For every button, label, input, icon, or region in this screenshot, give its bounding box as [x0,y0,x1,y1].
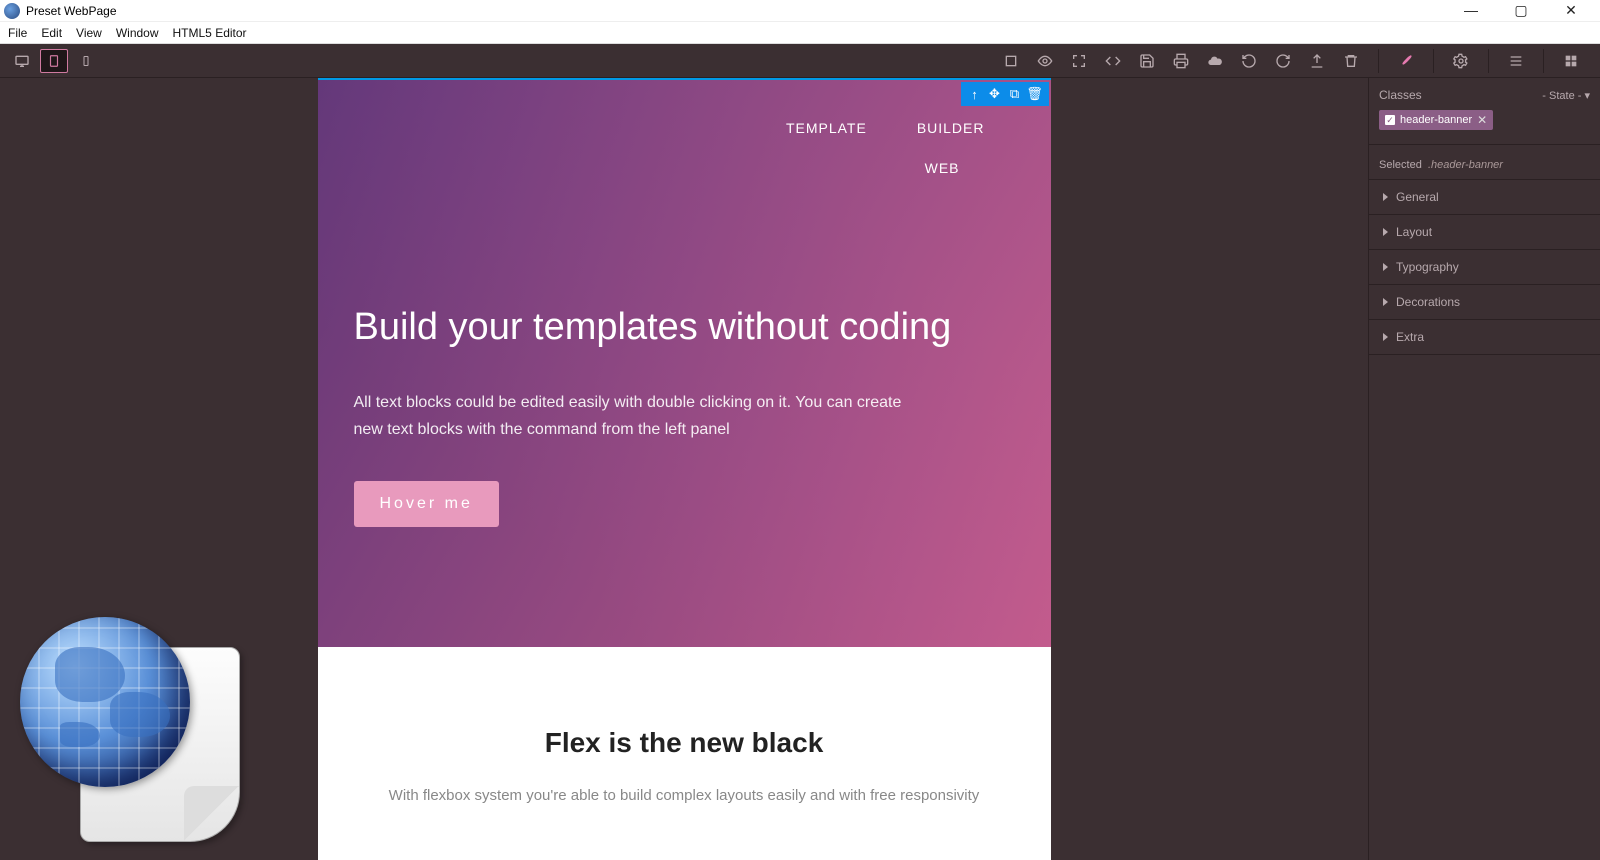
header-banner-section[interactable]: ↑ ✥ ⧉ 🗑 TEMPLATE BUILDER WEB Build your … [318,78,1051,647]
selected-info: Selected .header-banner [1369,151,1600,179]
device-mobile-button[interactable] [72,49,100,73]
hero-nav: TEMPLATE BUILDER [354,120,1015,136]
hero-title[interactable]: Build your templates without coding [354,306,1015,349]
save-icon[interactable] [1136,50,1158,72]
caret-right-icon [1383,298,1388,306]
remove-class-icon[interactable]: ✕ [1477,113,1487,127]
delete-icon[interactable]: 🗑 [1026,85,1044,103]
style-panel: Classes - State - ▾ ✓ header-banner ✕ Se… [1368,44,1600,860]
nav-web[interactable]: WEB [925,160,960,176]
outline-icon[interactable] [1000,50,1022,72]
section2-title[interactable]: Flex is the new black [368,727,1001,759]
upload-icon[interactable] [1306,50,1328,72]
device-tablet-button[interactable] [40,49,68,73]
editor-canvas-area[interactable]: ↑ ✥ ⧉ 🗑 TEMPLATE BUILDER WEB Build your … [0,44,1368,860]
accordion-extra[interactable]: Extra [1369,319,1600,355]
preview-icon[interactable] [1034,50,1056,72]
window-minimize-button[interactable]: — [1456,2,1486,19]
accordion-decorations[interactable]: Decorations [1369,284,1600,319]
device-desktop-button[interactable] [8,49,36,73]
selected-selector: .header-banner [1428,159,1503,171]
caret-right-icon [1383,263,1388,271]
window-close-button[interactable]: ✕ [1556,2,1586,19]
selection-toolbar: ↑ ✥ ⧉ 🗑 [961,82,1049,106]
fullscreen-icon[interactable] [1068,50,1090,72]
app-icon [4,3,20,19]
accordion-layout[interactable]: Layout [1369,214,1600,249]
caret-right-icon [1383,228,1388,236]
state-selector[interactable]: - State - ▾ [1542,89,1590,102]
menu-view[interactable]: View [76,26,102,40]
section2-text[interactable]: With flexbox system you're able to build… [368,787,1001,804]
undo-icon[interactable] [1238,50,1260,72]
menu-file[interactable]: File [8,26,27,40]
top-toolbar [0,44,1600,78]
window-maximize-button[interactable]: ▢ [1506,2,1536,19]
nav-template[interactable]: TEMPLATE [786,120,867,136]
cloud-icon[interactable] [1204,50,1226,72]
class-tag-label: header-banner [1400,114,1472,126]
redo-icon[interactable] [1272,50,1294,72]
accordion-general[interactable]: General [1369,179,1600,214]
accordion-typography[interactable]: Typography [1369,249,1600,284]
hero-button[interactable]: Hover me [354,481,499,527]
caret-right-icon [1383,333,1388,341]
menu-window[interactable]: Window [116,26,159,40]
code-icon[interactable] [1102,50,1124,72]
globe-document-overlay [20,617,255,852]
classes-label: Classes [1379,88,1422,102]
trash-icon[interactable] [1340,50,1362,72]
move-icon[interactable]: ✥ [986,85,1004,103]
menubar: File Edit View Window HTML5 Editor [0,22,1600,44]
hero-text[interactable]: All text blocks could be edited easily w… [354,389,934,443]
gear-icon[interactable] [1450,50,1472,72]
checkbox-icon[interactable]: ✓ [1385,115,1395,125]
grid-icon[interactable] [1560,50,1582,72]
copy-icon[interactable]: ⧉ [1006,85,1024,103]
globe-icon [20,617,190,787]
caret-right-icon [1383,193,1388,201]
select-parent-icon[interactable]: ↑ [966,85,984,103]
class-tag[interactable]: ✓ header-banner ✕ [1379,110,1493,130]
print-icon[interactable] [1170,50,1192,72]
brush-icon[interactable] [1395,50,1417,72]
menu-icon[interactable] [1505,50,1527,72]
menu-html5-editor[interactable]: HTML5 Editor [173,26,247,40]
window-titlebar: Preset WebPage — ▢ ✕ [0,0,1600,22]
page-canvas[interactable]: ↑ ✥ ⧉ 🗑 TEMPLATE BUILDER WEB Build your … [318,78,1051,860]
menu-edit[interactable]: Edit [41,26,62,40]
window-title: Preset WebPage [26,4,117,18]
nav-builder[interactable]: BUILDER [917,120,985,136]
flex-section[interactable]: Flex is the new black With flexbox syste… [318,647,1051,824]
